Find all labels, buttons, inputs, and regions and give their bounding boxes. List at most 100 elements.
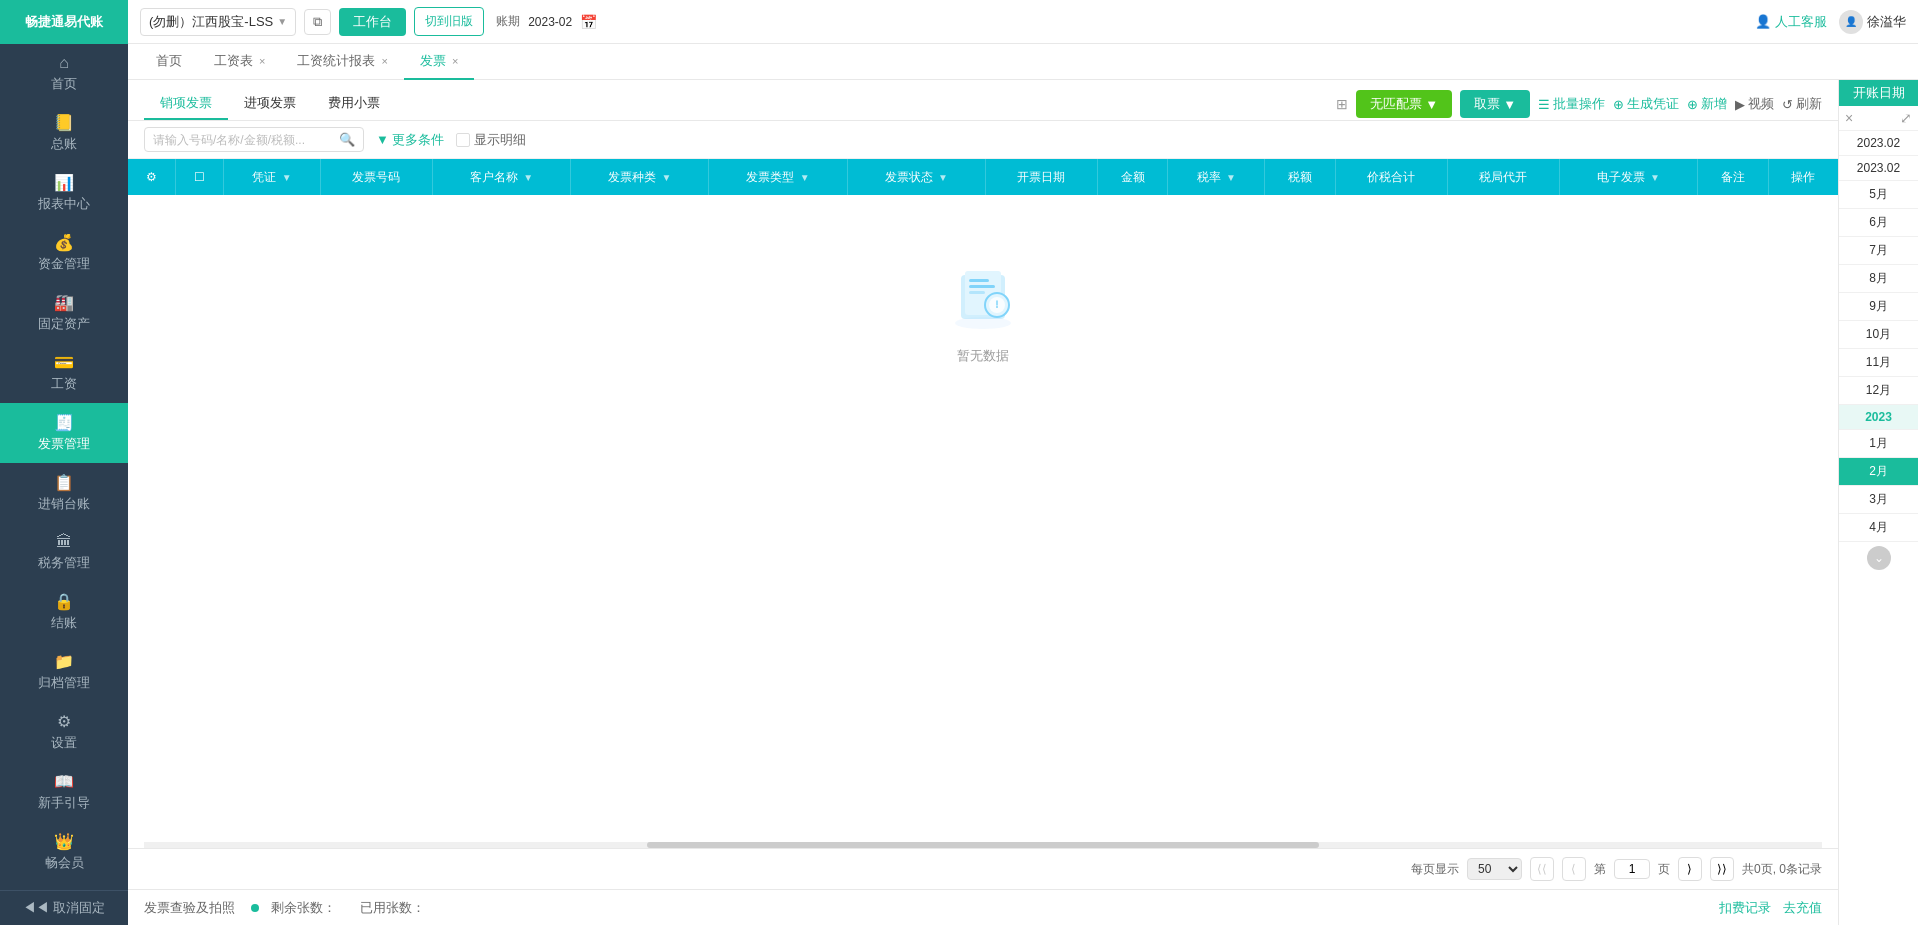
col-invoice-type[interactable]: 发票种类 ▼ (571, 159, 709, 195)
date-item-6[interactable]: 6月 (1839, 209, 1918, 237)
col-tax-rate[interactable]: 税率 ▼ (1168, 159, 1265, 195)
date-item-11[interactable]: 11月 (1839, 349, 1918, 377)
page-size-select[interactable]: 50 10 20 100 (1467, 858, 1522, 880)
sidebar-item-tax[interactable]: 🏛 税务管理 (0, 523, 128, 582)
panel-scroll-close[interactable]: ⌄ (1867, 546, 1891, 570)
sidebar-item-close-account[interactable]: 🔒 结账 (0, 582, 128, 642)
used-label: 已用张数： (360, 899, 425, 917)
tab-invoice[interactable]: 发票 × (404, 44, 474, 80)
member-icon: 👑 (54, 832, 74, 851)
sub-tab-outgoing[interactable]: 销项发票 (144, 88, 228, 120)
tab-salary-report-close[interactable]: × (381, 55, 387, 67)
sidebar-item-sales-ledger[interactable]: 📋 进销台账 (0, 463, 128, 523)
sub-tab-expense[interactable]: 费用小票 (312, 88, 396, 120)
prev-page-btn[interactable]: ⟨ (1562, 857, 1586, 881)
add-record-link[interactable]: 扣费记录 (1719, 899, 1771, 917)
search-input[interactable] (153, 133, 335, 147)
new-btn[interactable]: ⊕ 新增 (1687, 95, 1727, 113)
user-menu[interactable]: 👤 徐溢华 (1839, 10, 1906, 34)
date-item-9[interactable]: 9月 (1839, 293, 1918, 321)
avatar: 👤 (1839, 10, 1863, 34)
date-item-8[interactable]: 8月 (1839, 265, 1918, 293)
tab-home-label: 首页 (156, 52, 182, 70)
page-input[interactable] (1614, 859, 1650, 879)
batch-ops-label: 批量操作 (1553, 95, 1605, 113)
no-match-btn[interactable]: 无匹配票 ▼ (1356, 90, 1452, 118)
sidebar-item-label: 设置 (51, 734, 77, 752)
tab-invoice-close[interactable]: × (452, 55, 458, 67)
sub-tab-incoming[interactable]: 进项发票 (228, 88, 312, 120)
first-page-btn[interactable]: ⟨⟨ (1530, 857, 1554, 881)
calendar-icon: 📅 (580, 14, 597, 30)
tab-salary[interactable]: 工资表 × (198, 44, 281, 80)
tab-salary-close[interactable]: × (259, 55, 265, 67)
col-customer[interactable]: 客户名称 ▼ (432, 159, 570, 195)
take-btn[interactable]: 取票 ▼ (1460, 90, 1530, 118)
date-item-3[interactable]: 3月 (1839, 486, 1918, 514)
panel-expand-btn[interactable]: ⤢ (1900, 110, 1912, 126)
video-btn[interactable]: ▶ 视频 (1735, 95, 1774, 113)
tabs-bar: 首页 工资表 × 工资统计报表 × 发票 × (128, 44, 1918, 80)
sidebar-item-archive[interactable]: 📁 归档管理 (0, 642, 128, 702)
invoice-table: ⚙ ☐ 凭证 ▼ 发票号码 客户名称 ▼ 发票种类 ▼ 发票类型 ▼ 发票状态 … (128, 159, 1838, 195)
col-invoice-status[interactable]: 发票状态 ▼ (847, 159, 985, 195)
company-selector[interactable]: (勿删）江西股宝-LSS ▼ (140, 8, 296, 36)
gen-voucher-btn[interactable]: ⊕ 生成凭证 (1613, 95, 1679, 113)
date-item-2023-02-first[interactable]: 2023.02 (1839, 131, 1918, 156)
tab-salary-report[interactable]: 工资统计报表 × (281, 44, 403, 80)
date-item-2023-02[interactable]: 2023.02 (1839, 156, 1918, 181)
date-item-10[interactable]: 10月 (1839, 321, 1918, 349)
col-checkbox[interactable]: ☐ (175, 159, 223, 195)
col-settings[interactable]: ⚙ (128, 159, 175, 195)
sidebar-item-fund[interactable]: 💰 资金管理 (0, 223, 128, 283)
refresh-btn[interactable]: ↺ 刷新 (1782, 95, 1822, 113)
user-name-label: 徐溢华 (1867, 13, 1906, 31)
col-voucher[interactable]: 凭证 ▼ (224, 159, 321, 195)
col-invoice-category[interactable]: 发票类型 ▼ (709, 159, 847, 195)
recharge-link[interactable]: 去充值 (1783, 899, 1822, 917)
tab-home[interactable]: 首页 (140, 44, 198, 80)
sidebar-item-settings[interactable]: ⚙ 设置 (0, 702, 128, 762)
date-item-1[interactable]: 1月 (1839, 430, 1918, 458)
last-page-btn[interactable]: ⟩⟩ (1710, 857, 1734, 881)
workbench-btn[interactable]: 工作台 (339, 8, 406, 36)
sidebar-item-ledger[interactable]: 📒 总账 (0, 103, 128, 163)
date-item-2-active[interactable]: 2月 (1839, 458, 1918, 486)
sub-tab-outgoing-label: 销项发票 (160, 95, 212, 110)
col-electronic[interactable]: 电子发票 ▼ (1559, 159, 1697, 195)
tab-salary-label: 工资表 (214, 52, 253, 70)
ai-service-btn[interactable]: 👤 人工客服 (1755, 13, 1827, 31)
sidebar-item-home[interactable]: ⌂ 首页 (0, 44, 128, 103)
sidebar-item-invoice[interactable]: 🧾 发票管理 (0, 403, 128, 463)
grid-icon: ⊞ (1336, 96, 1348, 112)
show-detail-checkbox[interactable] (456, 133, 470, 147)
salary-icon: 💳 (54, 353, 74, 372)
sub-tab-incoming-label: 进项发票 (244, 95, 296, 110)
date-item-year-2023[interactable]: 2023 (1839, 405, 1918, 430)
date-item-5[interactable]: 5月 (1839, 181, 1918, 209)
fund-icon: 💰 (54, 233, 74, 252)
more-filter-label: 更多条件 (392, 131, 444, 149)
date-item-4[interactable]: 4月 (1839, 514, 1918, 542)
date-item-12[interactable]: 12月 (1839, 377, 1918, 405)
show-detail-toggle[interactable]: 显示明细 (456, 131, 526, 149)
next-page-btn[interactable]: ⟩ (1678, 857, 1702, 881)
sub-tabs: 销项发票 进项发票 费用小票 ⊞ 无匹配票 ▼ 取票 (128, 80, 1838, 121)
sidebar-item-salary[interactable]: 💳 工资 (0, 343, 128, 403)
panel-close-btn[interactable]: × (1845, 110, 1853, 126)
copy-btn[interactable]: ⧉ (304, 9, 331, 35)
open-period-btn[interactable]: 开账日期 (1839, 80, 1918, 106)
sidebar-item-guide[interactable]: 📖 新手引导 (0, 762, 128, 822)
more-filter-btn[interactable]: ▼ 更多条件 (376, 131, 444, 149)
date-panel: 开账日期 × ⤢ 2023.02 2023.02 5月 6月 7月 8月 9月 … (1838, 80, 1918, 925)
sidebar-item-fixed-asset[interactable]: 🏭 固定资产 (0, 283, 128, 343)
sidebar-item-label: 发票管理 (38, 435, 90, 453)
date-item-7[interactable]: 7月 (1839, 237, 1918, 265)
old-version-btn[interactable]: 切到旧版 (414, 7, 484, 36)
sidebar-collapse-btn[interactable]: ◀◀ 取消固定 (0, 890, 128, 925)
sidebar-item-member[interactable]: 👑 畅会员 (0, 822, 128, 882)
batch-ops-btn[interactable]: ☰ 批量操作 (1538, 95, 1605, 113)
search-input-wrap[interactable]: 🔍 (144, 127, 364, 152)
page-size-label: 每页显示 (1411, 861, 1459, 878)
sidebar-item-report[interactable]: 📊 报表中心 (0, 163, 128, 223)
